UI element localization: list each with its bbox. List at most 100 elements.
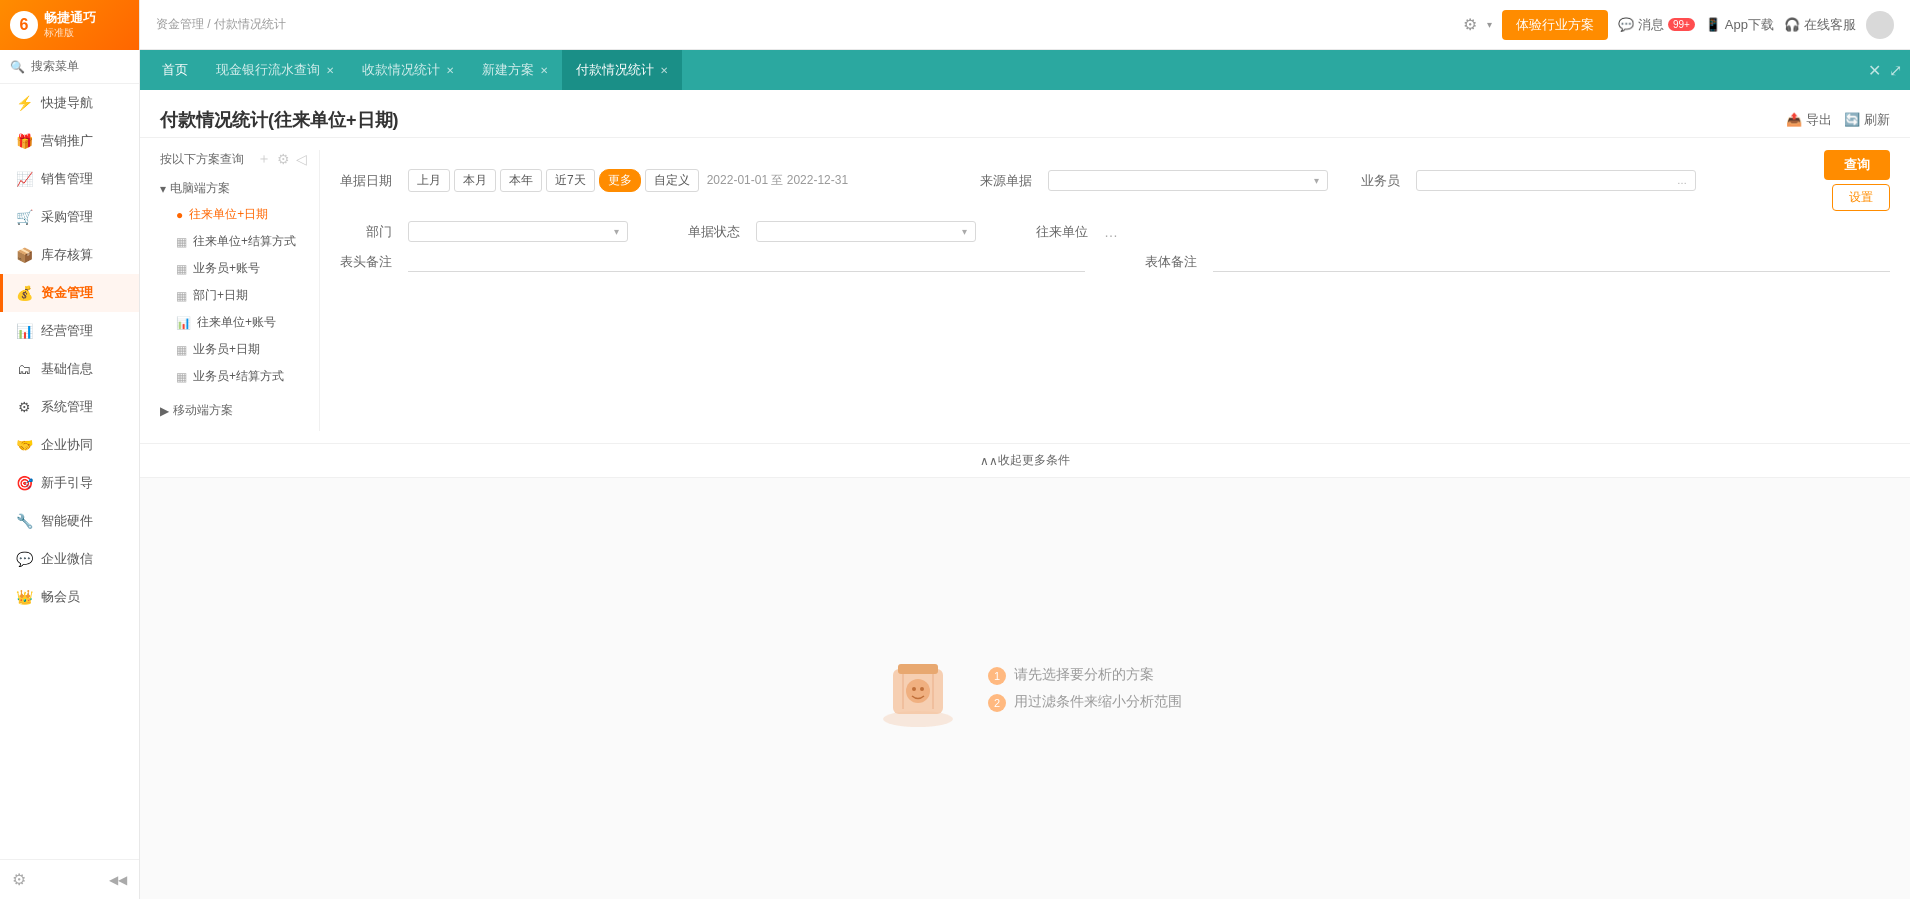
filter-sidebar: 按以下方案查询 ＋ ⚙ ◁ ▾ 电脑端方案 ● 往来单位+日期 (160, 150, 320, 431)
main-area: 资金管理 / 付款情况统计 ⚙ ▾ 体验行业方案 💬 消息 99+ 📱 App下… (140, 0, 1910, 899)
date-btn-7days[interactable]: 近7天 (546, 169, 595, 192)
scheme-table-icon-5: ▦ (176, 370, 187, 384)
sales-icon: 📈 (15, 171, 33, 187)
sidebar: 6 畅捷通巧 标准版 🔍 搜索菜单 ⚡ 快捷导航 🎁 营销推广 📈 销售管理 🛒… (0, 0, 140, 899)
sidebar-logo: 6 畅捷通巧 标准版 (0, 0, 139, 50)
doc-status-arrow: ▾ (962, 226, 967, 237)
tab-bank-flow-close[interactable]: ✕ (326, 65, 334, 76)
scheme-item-dept-date[interactable]: ▦ 部门+日期 (160, 282, 307, 309)
date-range-text: 2022-01-01 至 2022-12-31 (707, 172, 848, 189)
scheme-table-icon-1: ▦ (176, 235, 187, 249)
sidebar-item-inventory[interactable]: 📦 库存核算 (0, 236, 139, 274)
filter-row-1: 单据日期 上月 本月 本年 近7天 更多 自定义 2022-01-01 至 20… (336, 150, 1890, 211)
collapse-more-btn[interactable]: ∧∧ 收起更多条件 (140, 444, 1910, 478)
sidebar-item-member[interactable]: 👑 畅会员 (0, 578, 139, 616)
filter-form: 单据日期 上月 本月 本年 近7天 更多 自定义 2022-01-01 至 20… (320, 150, 1890, 431)
search-icon: 🔍 (10, 60, 25, 74)
date-btn-this-year[interactable]: 本年 (500, 169, 542, 192)
page-header-actions: 📤 导出 🔄 刷新 (1786, 111, 1890, 129)
empty-tips: 1 请先选择要分析的方案 2 用过滤条件来缩小分析范围 (988, 666, 1182, 712)
date-btn-custom[interactable]: 自定义 (645, 169, 699, 192)
service-icon: 🎧 (1784, 17, 1800, 32)
date-btn-more[interactable]: 更多 (599, 169, 641, 192)
sidebar-item-marketing[interactable]: 🎁 营销推广 (0, 122, 139, 160)
dept-select[interactable]: ▾ (408, 221, 628, 242)
body-note-label: 表体备注 (1141, 253, 1197, 271)
doc-status-select[interactable]: ▾ (756, 221, 976, 242)
message-btn[interactable]: 💬 消息 99+ (1618, 16, 1695, 34)
dept-select-arrow: ▾ (614, 226, 619, 237)
date-label: 单据日期 (336, 172, 392, 190)
scheme-item-salesperson-settle[interactable]: ▦ 业务员+结算方式 (160, 363, 307, 390)
maximize-window-btn[interactable]: ⤢ (1889, 61, 1902, 80)
sidebar-item-guide[interactable]: 🎯 新手引导 (0, 464, 139, 502)
svg-rect-2 (898, 664, 938, 674)
tab-receipt-stats[interactable]: 收款情况统计 ✕ (348, 50, 468, 90)
scheme-radio-icon: ● (176, 208, 183, 222)
body-note-input[interactable] (1213, 252, 1890, 272)
add-scheme-icon[interactable]: ＋ (257, 150, 271, 168)
sidebar-item-quick-nav[interactable]: ⚡ 快捷导航 (0, 84, 139, 122)
scheme-item-partner-settle[interactable]: ▦ 往来单位+结算方式 (160, 228, 307, 255)
collapse-icon: ∧∧ (980, 454, 998, 468)
scheme-table-icon-3: ▦ (176, 289, 187, 303)
trial-btn[interactable]: 体验行业方案 (1502, 10, 1608, 40)
header-note-input[interactable] (408, 252, 1085, 272)
tab-home[interactable]: 首页 (148, 50, 202, 90)
user-avatar[interactable] (1866, 11, 1894, 39)
tab-new-scheme[interactable]: 新建方案 ✕ (468, 50, 562, 90)
export-btn[interactable]: 📤 导出 (1786, 111, 1832, 129)
sidebar-action-icons: ＋ ⚙ ◁ (257, 150, 307, 168)
scheme-group-mobile-title[interactable]: ▶ 移动端方案 (160, 398, 307, 423)
date-btn-this-month[interactable]: 本月 (454, 169, 496, 192)
close-window-btn[interactable]: ✕ (1868, 61, 1881, 80)
empty-area: 1 请先选择要分析的方案 2 用过滤条件来缩小分析范围 (140, 478, 1910, 899)
svg-point-3 (906, 679, 930, 703)
sidebar-item-funds[interactable]: 💰 资金管理 (0, 274, 139, 312)
tab-payment-stats-close[interactable]: ✕ (660, 65, 668, 76)
scheme-group-pc-title[interactable]: ▾ 电脑端方案 (160, 176, 307, 201)
footer-collapse-icon[interactable]: ◀◀ (109, 873, 127, 887)
tab-receipt-stats-close[interactable]: ✕ (446, 65, 454, 76)
footer-settings-icon[interactable]: ⚙ (12, 870, 26, 889)
sidebar-item-system[interactable]: ⚙ 系统管理 (0, 388, 139, 426)
sidebar-item-wechat[interactable]: 💬 企业微信 (0, 540, 139, 578)
sidebar-item-purchase[interactable]: 🛒 采购管理 (0, 198, 139, 236)
scheme-item-partner-date[interactable]: ● 往来单位+日期 (160, 201, 307, 228)
query-btn[interactable]: 查询 (1824, 150, 1890, 180)
action-buttons: 查询 设置 (1824, 150, 1890, 211)
scheme-item-partner-account[interactable]: 📊 往来单位+账号 (160, 309, 307, 336)
sidebar-item-cooperation[interactable]: 🤝 企业协同 (0, 426, 139, 464)
guide-icon: 🎯 (15, 475, 33, 491)
sidebar-item-hardware[interactable]: 🔧 智能硬件 (0, 502, 139, 540)
source-select[interactable]: ▾ (1048, 170, 1328, 191)
topbar-settings-icon[interactable]: ⚙ (1463, 15, 1477, 34)
topbar-dropdown-arrow[interactable]: ▾ (1487, 19, 1492, 30)
system-icon: ⚙ (15, 399, 33, 415)
sidebar-item-basic-info[interactable]: 🗂 基础信息 (0, 350, 139, 388)
sidebar-footer: ⚙ ◀◀ (0, 859, 139, 899)
sidebar-item-sales[interactable]: 📈 销售管理 (0, 160, 139, 198)
wechat-icon: 💬 (15, 551, 33, 567)
collapse-scheme-icon[interactable]: ◁ (296, 151, 307, 167)
tab-payment-stats[interactable]: 付款情况统计 ✕ (562, 50, 682, 90)
scheme-item-salesperson-date[interactable]: ▦ 业务员+日期 (160, 336, 307, 363)
salesperson-select[interactable]: … (1416, 170, 1696, 191)
filter-row-2: 部门 ▾ 单据状态 ▾ 往来单位 … (336, 221, 1890, 242)
app-download-btn[interactable]: 📱 App下载 (1705, 16, 1774, 34)
service-btn[interactable]: 🎧 在线客服 (1784, 16, 1856, 34)
tip-num-2: 2 (988, 694, 1006, 712)
logo-text: 畅捷通巧 标准版 (44, 10, 96, 40)
sidebar-item-operation[interactable]: 📊 经营管理 (0, 312, 139, 350)
tab-new-scheme-close[interactable]: ✕ (540, 65, 548, 76)
settings-scheme-icon[interactable]: ⚙ (277, 151, 290, 167)
search-menu[interactable]: 🔍 搜索菜单 (0, 50, 139, 84)
tab-bank-flow[interactable]: 现金银行流水查询 ✕ (202, 50, 348, 90)
salesperson-label: 业务员 (1344, 172, 1400, 190)
header-note-label: 表头备注 (336, 253, 392, 271)
refresh-btn[interactable]: 🔄 刷新 (1844, 111, 1890, 129)
partner-ellipsis[interactable]: … (1104, 224, 1134, 240)
date-btn-last-month[interactable]: 上月 (408, 169, 450, 192)
settings-btn[interactable]: 设置 (1832, 184, 1890, 211)
scheme-item-salesperson-account[interactable]: ▦ 业务员+账号 (160, 255, 307, 282)
